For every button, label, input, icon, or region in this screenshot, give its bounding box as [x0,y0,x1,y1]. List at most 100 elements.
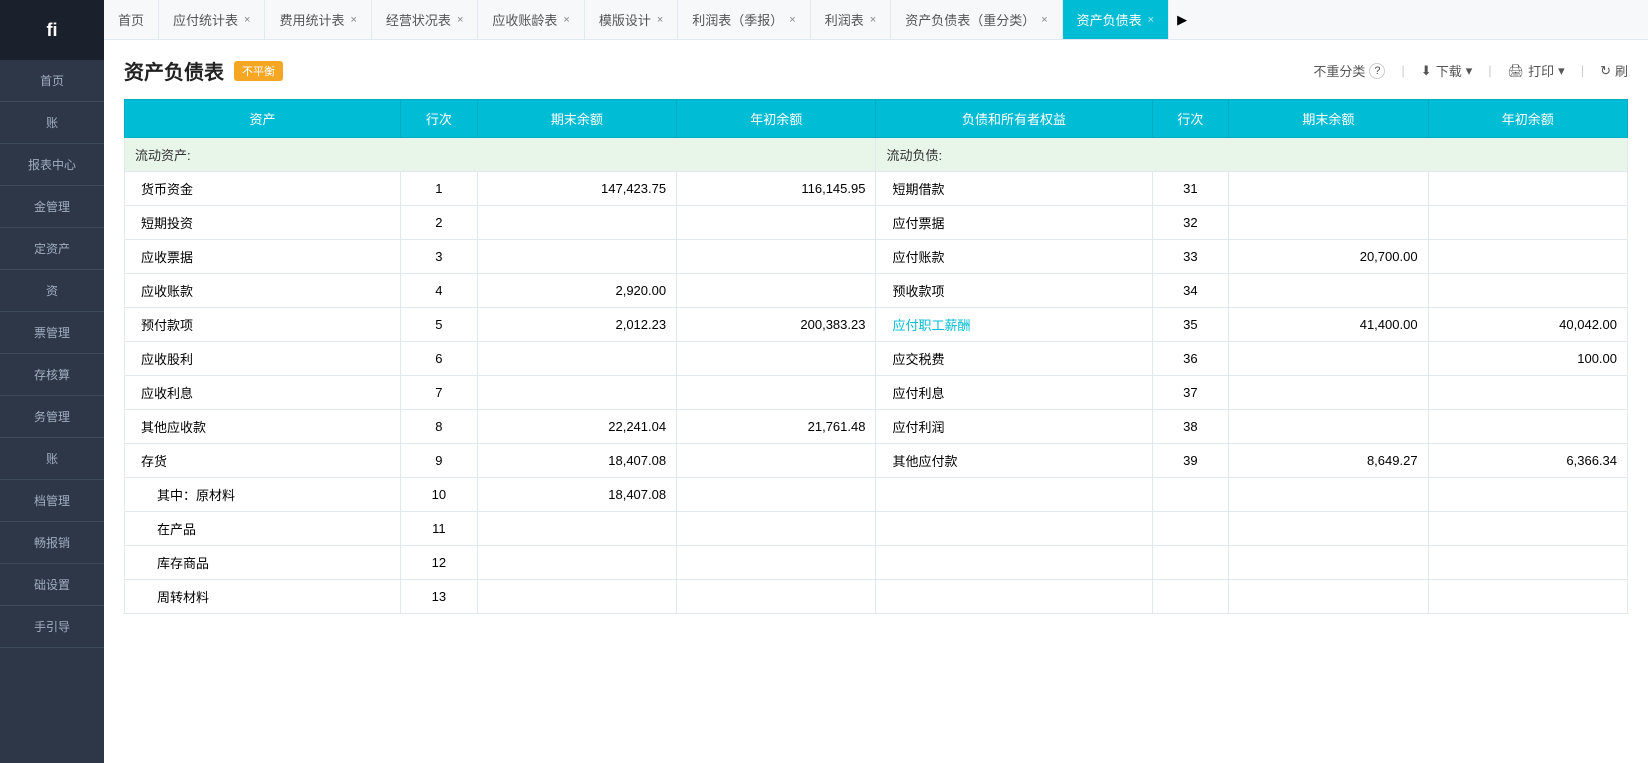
cell-start-bal-11 [677,512,876,546]
cell-end-bal-7 [477,376,676,410]
cell-end-bal-11 [477,512,676,546]
cell-liability-3: 应付账款 [876,240,1152,274]
divider2: | [1488,63,1491,78]
tab-template[interactable]: 模版设计 × [585,0,678,40]
th-end-balance2: 期末余额 [1229,100,1428,138]
cell-end-bal2-4 [1229,274,1428,308]
page-actions: 不重分类 ? | ⬇ 下载 ▾ | 🖨 打印 ▾ | ↻ 刷 [1313,61,1628,80]
tab-payable[interactable]: 应付统计表 × [159,0,265,40]
tab-expense[interactable]: 费用统计表 × [265,0,371,40]
cell-asset-10: 其中：原材料 [125,478,401,512]
tab-receivable-age[interactable]: 应收账龄表 × [478,0,584,40]
sidebar-item-ledger[interactable]: 账 [0,438,104,480]
print-label: 打印 [1528,61,1554,80]
cell-start-bal2-4 [1428,274,1627,308]
cell-liability-2: 应付票据 [876,206,1152,240]
cell-asset-1: 货币资金 [125,172,401,206]
cell-asset-11: 在产品 [125,512,401,546]
cell-end-bal-13 [477,580,676,614]
cell-seq2-9: 39 [1152,444,1229,478]
section-liability-label: 流动负债: [876,138,1628,172]
cell-liability-10 [876,478,1152,512]
cell-seq-6: 6 [401,342,478,376]
cell-seq2-12 [1152,546,1229,580]
cell-seq-2: 2 [401,206,478,240]
cell-end-bal2-3: 20,700.00 [1229,240,1428,274]
cell-seq2-2: 32 [1152,206,1229,240]
tab-balance-reclassified-close[interactable]: × [1041,14,1047,26]
cell-start-bal2-11 [1428,512,1627,546]
category-selector[interactable]: 不重分类 ? [1313,61,1385,80]
download-button[interactable]: ⬇ 下载 ▾ [1421,61,1472,80]
report-table: 资产 行次 期末余额 年初余额 负债和所有者权益 行次 期末余额 年初余额 流动… [124,99,1628,614]
cell-end-bal-8: 22,241.04 [477,410,676,444]
help-icon[interactable]: ? [1369,63,1385,79]
tab-template-label: 模版设计 [599,10,651,29]
cell-start-bal-7 [677,376,876,410]
sidebar-item-fund-mgmt[interactable]: 金管理 [0,186,104,228]
tab-payable-close[interactable]: × [244,14,250,26]
category-label: 不重分类 [1313,61,1365,80]
tab-operations[interactable]: 经营状况表 × [372,0,478,40]
cell-end-bal-1: 147,423.75 [477,172,676,206]
cell-liability-11 [876,512,1152,546]
cell-start-bal-12 [677,546,876,580]
tab-template-close[interactable]: × [657,14,663,26]
sidebar-item-guide[interactable]: 手引导 [0,606,104,648]
cell-asset-9: 存货 [125,444,401,478]
cell-end-bal2-9: 8,649.27 [1229,444,1428,478]
sidebar-item-doc-mgmt[interactable]: 档管理 [0,480,104,522]
tab-balance[interactable]: 资产负债表 × [1063,0,1169,40]
cell-seq2-10 [1152,478,1229,512]
tab-expense-close[interactable]: × [350,14,356,26]
sidebar-item-fixed-assets[interactable]: 定资产 [0,228,104,270]
tab-balance-label: 资产负债表 [1077,10,1142,29]
cell-seq-3: 3 [401,240,478,274]
tab-profit-quarterly[interactable]: 利润表（季报） × [678,0,810,40]
tab-receivable-age-close[interactable]: × [563,14,569,26]
sidebar-item-invoice-mgmt[interactable]: 票管理 [0,312,104,354]
sidebar-item-task-mgmt[interactable]: 务管理 [0,396,104,438]
sidebar-item-capital[interactable]: 资 [0,270,104,312]
cell-asset-13: 周转材料 [125,580,401,614]
sidebar-item-expense[interactable]: 畅报销 [0,522,104,564]
cell-start-bal2-5: 40,042.00 [1428,308,1627,342]
print-button[interactable]: 🖨 打印 ▾ [1508,61,1565,80]
tab-scroll-right[interactable]: ▶ [1169,0,1195,40]
cell-start-bal2-9: 6,366.34 [1428,444,1627,478]
cell-start-bal-5: 200,383.23 [677,308,876,342]
tab-profit-quarterly-label: 利润表（季报） [692,10,783,29]
cell-liability-4: 预收款项 [876,274,1152,308]
sidebar-item-settings[interactable]: 础设置 [0,564,104,606]
sidebar-item-account[interactable]: 账 [0,102,104,144]
cell-seq-9: 9 [401,444,478,478]
sidebar: fi 首页 账 报表中心 金管理 定资产 资 票管理 存核算 务管理 账 档管理… [0,0,104,763]
tab-operations-close[interactable]: × [457,14,463,26]
tab-home[interactable]: 首页 [104,0,159,40]
cell-end-bal2-5: 41,400.00 [1229,308,1428,342]
sidebar-item-inventory[interactable]: 存核算 [0,354,104,396]
cell-end-bal-2 [477,206,676,240]
cell-start-bal-9 [677,444,876,478]
sidebar-item-report-center[interactable]: 报表中心 [0,144,104,186]
cell-start-bal2-2 [1428,206,1627,240]
cell-liability-8: 应付利润 [876,410,1152,444]
tab-profit-quarterly-close[interactable]: × [789,14,795,26]
th-start-balance2: 年初余额 [1428,100,1627,138]
tab-profit[interactable]: 利润表 × [811,0,891,40]
download-icon: ⬇ [1421,63,1432,79]
tab-balance-reclassified[interactable]: 资产负债表（重分类） × [891,0,1062,40]
cell-liability-13 [876,580,1152,614]
tab-home-label: 首页 [118,10,144,29]
tab-profit-close[interactable]: × [870,14,876,26]
page-title: 资产负债表 [124,56,224,85]
cell-seq2-8: 38 [1152,410,1229,444]
cell-seq2-13 [1152,580,1229,614]
tab-balance-close[interactable]: × [1148,14,1154,26]
tab-bar: 首页 应付统计表 × 费用统计表 × 经营状况表 × 应收账龄表 × 模版设计 … [104,0,1648,40]
refresh-button[interactable]: ↻ 刷 [1600,61,1628,80]
cell-end-bal2-8 [1229,410,1428,444]
divider1: | [1401,63,1404,78]
cell-end-bal-12 [477,546,676,580]
sidebar-item-home[interactable]: 首页 [0,60,104,102]
